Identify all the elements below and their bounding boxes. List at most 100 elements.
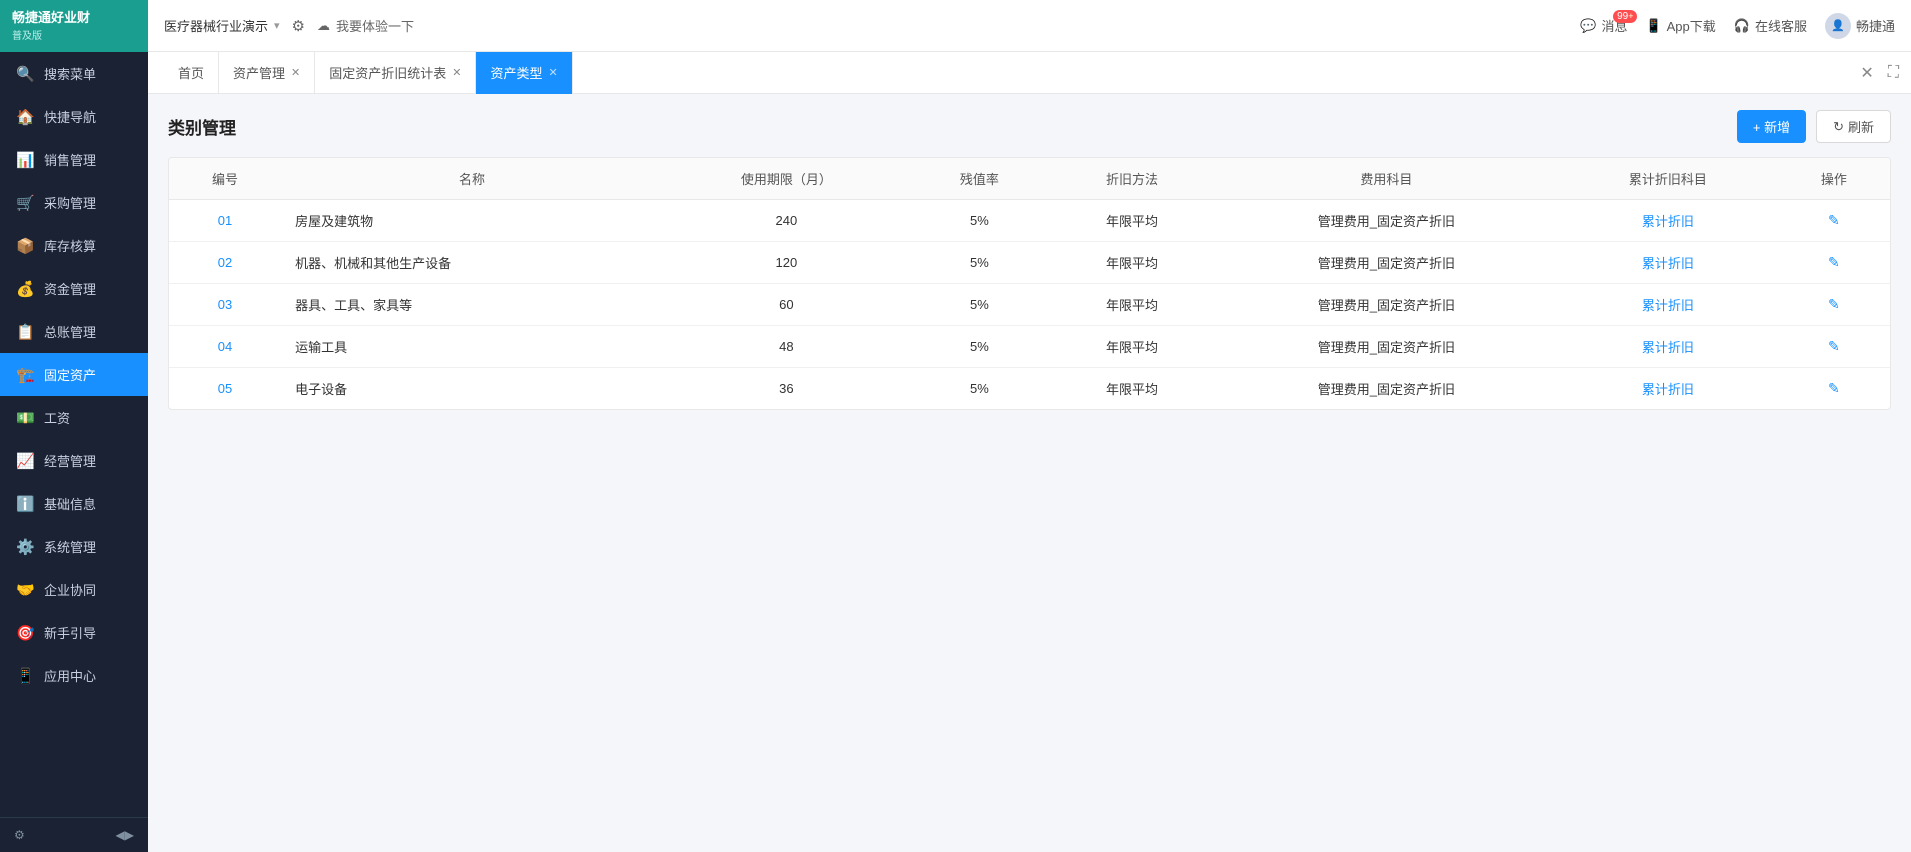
cell-expense: 管理费用_固定资产折旧 bbox=[1215, 200, 1558, 242]
messages-badge: 99+ bbox=[1613, 10, 1637, 23]
topbar-left: 医疗器械行业演示 ▾ ⚙ ☁ 我要体验一下 bbox=[164, 16, 414, 35]
cell-op[interactable]: ✎ bbox=[1778, 326, 1890, 368]
sidebar-logo: 畅捷通好业财 普及版 bbox=[0, 0, 148, 52]
basic-info-icon: ℹ️ bbox=[16, 495, 34, 513]
company-selector[interactable]: 医疗器械行业演示 ▾ bbox=[164, 16, 280, 35]
sidebar-item-label: 销售管理 bbox=[44, 150, 96, 169]
edit-icon[interactable]: ✎ bbox=[1828, 296, 1840, 312]
sidebar-item-guide[interactable]: 🎯 新手引导 bbox=[0, 611, 148, 654]
edit-icon[interactable]: ✎ bbox=[1828, 338, 1840, 354]
tabs-bar: 首页 资产管理 ✕ 固定资产折旧统计表 ✕ 资产类型 ✕ ✕ ⛶ bbox=[148, 52, 1911, 94]
sidebar-item-operations[interactable]: 📈 经营管理 bbox=[0, 439, 148, 482]
sidebar-footer: ⚙ ◀▶ bbox=[0, 817, 148, 852]
sidebar-item-label: 总账管理 bbox=[44, 322, 96, 341]
wages-icon: 💵 bbox=[16, 409, 34, 427]
tab-asset-mgmt-label: 资产管理 bbox=[233, 63, 285, 82]
cell-accumulated: 累计折旧 bbox=[1558, 284, 1778, 326]
tab-asset-mgmt[interactable]: 资产管理 ✕ bbox=[219, 52, 315, 94]
cell-method: 年限平均 bbox=[1049, 200, 1215, 242]
trial-label: 我要体验一下 bbox=[336, 16, 414, 35]
refresh-button[interactable]: ↻ 刷新 bbox=[1816, 110, 1891, 143]
tab-asset-type[interactable]: 资产类型 ✕ bbox=[476, 52, 572, 94]
phone-icon: 📱 bbox=[1645, 18, 1661, 34]
cell-residual: 5% bbox=[910, 326, 1049, 368]
cell-op[interactable]: ✎ bbox=[1778, 200, 1890, 242]
tab-asset-type-label: 资产类型 bbox=[490, 63, 542, 82]
edit-icon[interactable]: ✎ bbox=[1828, 380, 1840, 396]
sidebar-item-ledger[interactable]: 📋 总账管理 bbox=[0, 310, 148, 353]
sidebar-item-label: 固定资产 bbox=[44, 365, 96, 384]
cell-id: 02 bbox=[169, 242, 281, 284]
tab-fixed-asset-table-label: 固定资产折旧统计表 bbox=[329, 63, 446, 82]
cell-op[interactable]: ✎ bbox=[1778, 242, 1890, 284]
sidebar-item-label: 系统管理 bbox=[44, 537, 96, 556]
sidebar-item-enterprise[interactable]: 🤝 企业协同 bbox=[0, 568, 148, 611]
sidebar-item-wages[interactable]: 💵 工资 bbox=[0, 396, 148, 439]
messages-button[interactable]: 💬 消息 99+ bbox=[1580, 16, 1627, 35]
cell-method: 年限平均 bbox=[1049, 326, 1215, 368]
sidebar-item-funds[interactable]: 💰 资金管理 bbox=[0, 267, 148, 310]
page-content: 类别管理 + 新增 ↻ 刷新 编号 名称 使用期限（月） 残值率 折旧方法 bbox=[148, 94, 1911, 852]
cell-op[interactable]: ✎ bbox=[1778, 368, 1890, 410]
customer-service-button[interactable]: 🎧 在线客服 bbox=[1734, 16, 1807, 35]
cell-id: 01 bbox=[169, 200, 281, 242]
cell-method: 年限平均 bbox=[1049, 284, 1215, 326]
fixed-assets-icon: 🏗️ bbox=[16, 366, 34, 384]
sidebar-item-quick-nav[interactable]: 🏠 快捷导航 bbox=[0, 95, 148, 138]
app-download-label: App下载 bbox=[1667, 16, 1716, 35]
cell-name: 机器、机械和其他生产设备 bbox=[281, 242, 663, 284]
tab-home[interactable]: 首页 bbox=[164, 52, 219, 94]
trial-button[interactable]: ☁ 我要体验一下 bbox=[317, 16, 414, 35]
sidebar-item-inventory[interactable]: 📦 库存核算 bbox=[0, 224, 148, 267]
tab-fixed-asset-table[interactable]: 固定资产折旧统计表 ✕ bbox=[315, 52, 476, 94]
cell-name: 运输工具 bbox=[281, 326, 663, 368]
new-button[interactable]: + 新增 bbox=[1737, 110, 1806, 143]
sidebar-item-label: 企业协同 bbox=[44, 580, 96, 599]
headset-icon: 🎧 bbox=[1734, 18, 1750, 34]
col-period: 使用期限（月） bbox=[663, 158, 910, 200]
page-header: 类别管理 + 新增 ↻ 刷新 bbox=[168, 110, 1891, 143]
cell-id: 03 bbox=[169, 284, 281, 326]
sidebar-item-fixed-assets[interactable]: 🏗️ 固定资产 bbox=[0, 353, 148, 396]
cell-accumulated: 累计折旧 bbox=[1558, 326, 1778, 368]
cell-method: 年限平均 bbox=[1049, 368, 1215, 410]
cell-period: 240 bbox=[663, 200, 910, 242]
col-id: 编号 bbox=[169, 158, 281, 200]
sidebar-item-system[interactable]: ⚙️ 系统管理 bbox=[0, 525, 148, 568]
cell-id: 04 bbox=[169, 326, 281, 368]
sidebar-item-purchase[interactable]: 🛒 采购管理 bbox=[0, 181, 148, 224]
message-icon: 💬 bbox=[1580, 18, 1596, 34]
data-table: 编号 名称 使用期限（月） 残值率 折旧方法 费用科目 累计折旧科目 操作 01… bbox=[168, 157, 1891, 410]
settings-icon[interactable]: ⚙ bbox=[14, 828, 25, 842]
cell-name: 房屋及建筑物 bbox=[281, 200, 663, 242]
page-actions: + 新增 ↻ 刷新 bbox=[1737, 110, 1891, 143]
category-table: 编号 名称 使用期限（月） 残值率 折旧方法 费用科目 累计折旧科目 操作 01… bbox=[169, 158, 1890, 409]
cell-op[interactable]: ✎ bbox=[1778, 284, 1890, 326]
sidebar-item-label: 工资 bbox=[44, 408, 70, 427]
collapse-icon[interactable]: ◀▶ bbox=[116, 828, 134, 842]
sidebar-nav: 🔍 搜索菜单 🏠 快捷导航 📊 销售管理 🛒 采购管理 📦 库存核算 💰 资金管… bbox=[0, 52, 148, 817]
app-center-icon: 📱 bbox=[16, 667, 34, 685]
sidebar-item-label: 资金管理 bbox=[44, 279, 96, 298]
cell-period: 48 bbox=[663, 326, 910, 368]
tab-asset-type-close[interactable]: ✕ bbox=[549, 66, 558, 79]
funds-icon: 💰 bbox=[16, 280, 34, 298]
sidebar-item-app-center[interactable]: 📱 应用中心 bbox=[0, 654, 148, 697]
tab-fixed-asset-table-close[interactable]: ✕ bbox=[452, 66, 461, 79]
settings-gear-icon[interactable]: ⚙ bbox=[292, 17, 305, 35]
tab-asset-mgmt-close[interactable]: ✕ bbox=[291, 66, 300, 79]
close-tab-icon[interactable]: ✕ bbox=[1856, 59, 1877, 87]
expand-tab-icon[interactable]: ⛶ bbox=[1884, 60, 1903, 86]
edit-icon[interactable]: ✎ bbox=[1828, 212, 1840, 228]
sidebar-item-sales[interactable]: 📊 销售管理 bbox=[0, 138, 148, 181]
user-button[interactable]: 👤 畅捷通 bbox=[1825, 13, 1895, 39]
sidebar-item-basic-info[interactable]: ℹ️ 基础信息 bbox=[0, 482, 148, 525]
edit-icon[interactable]: ✎ bbox=[1828, 254, 1840, 270]
sidebar-item-search[interactable]: 🔍 搜索菜单 bbox=[0, 52, 148, 95]
avatar: 👤 bbox=[1825, 13, 1851, 39]
table-row: 02 机器、机械和其他生产设备 120 5% 年限平均 管理费用_固定资产折旧 … bbox=[169, 242, 1890, 284]
col-method: 折旧方法 bbox=[1049, 158, 1215, 200]
inventory-icon: 📦 bbox=[16, 237, 34, 255]
tab-home-label: 首页 bbox=[178, 63, 204, 82]
app-download-button[interactable]: 📱 App下载 bbox=[1645, 16, 1715, 35]
